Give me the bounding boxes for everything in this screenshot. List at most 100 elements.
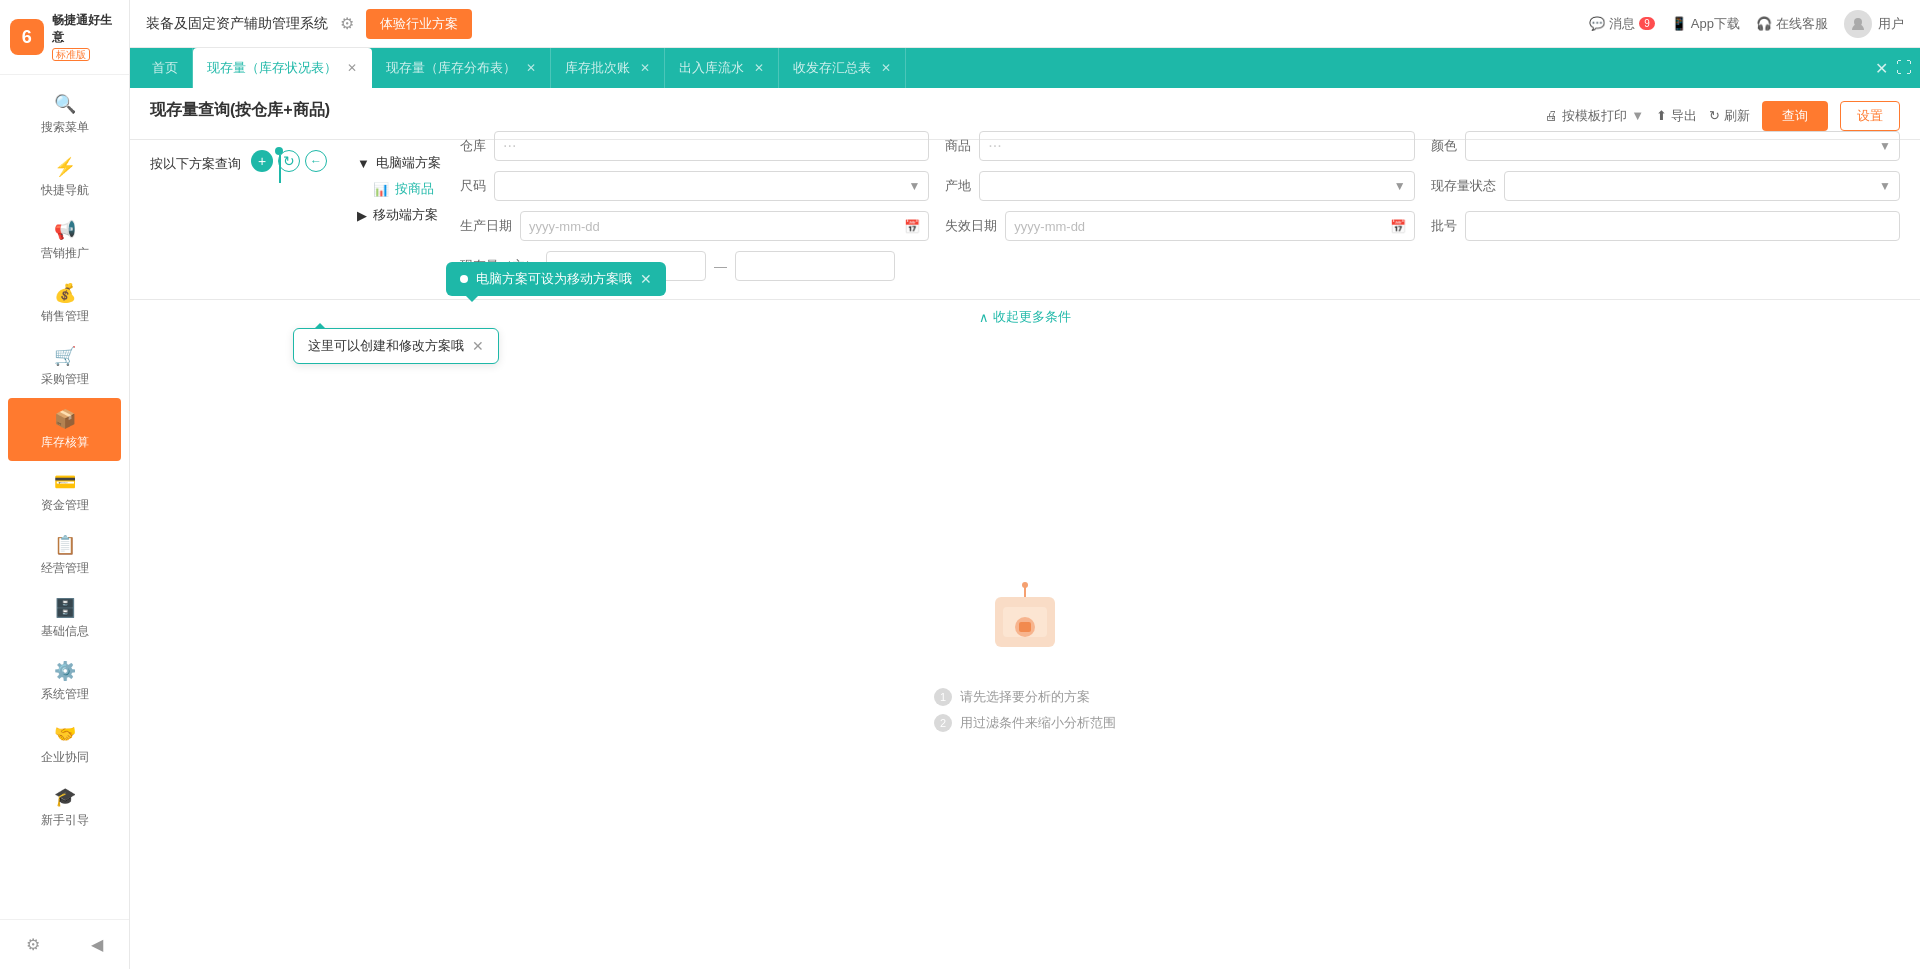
nav-label: 快捷导航 xyxy=(41,182,89,199)
sidebar-item-marketing[interactable]: 📢 营销推广 xyxy=(0,209,129,272)
header-settings-icon[interactable]: ⚙ xyxy=(340,14,354,33)
warehouse-select[interactable]: ··· xyxy=(494,131,929,161)
set-button[interactable]: 设置 xyxy=(1840,101,1900,131)
back-scheme-btn[interactable]: ← xyxy=(305,150,327,172)
tab-collect[interactable]: 收发存汇总表 ✕ xyxy=(779,48,906,88)
tab-close-btn[interactable]: ✕ xyxy=(347,61,357,75)
inventory-max-input[interactable] xyxy=(735,251,895,281)
nav-label: 搜索菜单 xyxy=(41,119,89,136)
desktop-scheme[interactable]: ▼ 电脑端方案 xyxy=(357,150,441,176)
goods-select[interactable]: ··· xyxy=(979,131,1414,161)
sidebar-item-search[interactable]: 🔍 搜索菜单 xyxy=(0,83,129,146)
dropdown-arrow: ▼ xyxy=(1879,179,1891,193)
tab-home[interactable]: 首页 xyxy=(138,48,193,88)
tab-close-btn[interactable]: ✕ xyxy=(754,61,764,75)
experience-btn[interactable]: 体验行业方案 xyxy=(366,9,472,39)
sales-icon: 💰 xyxy=(54,282,76,304)
mobile-scheme[interactable]: ▶ 移动端方案 xyxy=(357,202,441,228)
header-left: 装备及固定资产辅助管理系统 ⚙ 体验行业方案 xyxy=(146,9,472,39)
popover-text: 电脑方案可设为移动方案哦 xyxy=(476,270,632,288)
size-label: 尺码 xyxy=(460,177,486,195)
logo-icon: 6 xyxy=(10,19,44,55)
filter-section: 按以下方案查询 + ↻ ← ▼ 电脑端方案 xyxy=(130,140,1920,300)
add-scheme-btn[interactable]: + xyxy=(251,150,273,172)
tab-batch[interactable]: 库存批次账 ✕ xyxy=(551,48,665,88)
desktop-scheme-label: 电脑端方案 xyxy=(376,154,441,172)
operation-icon: 📋 xyxy=(54,534,76,556)
nav-label: 营销推广 xyxy=(41,245,89,262)
product-date-field: 生产日期 yyyy-mm-dd 📅 xyxy=(460,211,929,241)
warehouse-field: 仓库 ··· xyxy=(460,131,929,161)
tab-close-btn[interactable]: ✕ xyxy=(526,61,536,75)
color-select[interactable]: ▼ xyxy=(1465,131,1900,161)
tab-inout[interactable]: 出入库流水 ✕ xyxy=(665,48,779,88)
sidebar-item-purchase[interactable]: 🛒 采购管理 xyxy=(0,335,129,398)
tab-close-btn[interactable]: ✕ xyxy=(640,61,650,75)
app-download-btn[interactable]: 📱 App下载 xyxy=(1671,15,1740,33)
guide-icon: 🎓 xyxy=(54,786,76,808)
tab-inventory-dist[interactable]: 现存量（库存分布表） ✕ xyxy=(372,48,551,88)
quick-icon: ⚡ xyxy=(54,156,76,178)
svg-rect-4 xyxy=(1019,622,1031,632)
expire-date-input[interactable]: yyyy-mm-dd 📅 xyxy=(1005,211,1414,241)
content-area: 现存量查询(按仓库+商品) 🖨 按模板打印 ▼ ⬆ 导出 ↻ 刷新 查询 设置 xyxy=(130,88,1920,969)
sidebar-item-system[interactable]: ⚙️ 系统管理 xyxy=(0,650,129,713)
filter-row-2: 尺码 ▼ 产地 ▼ 现存量状态 xyxy=(460,171,1900,201)
settings-bottom-btn[interactable]: ⚙ xyxy=(21,930,45,959)
sidebar-item-basic[interactable]: 🗄️ 基础信息 xyxy=(0,587,129,650)
dropdown-arrow: ▼ xyxy=(908,179,920,193)
popover-desktop-scheme: 电脑方案可设为移动方案哦 ✕ xyxy=(446,262,666,296)
sidebar-item-inventory[interactable]: 📦 库存核算 xyxy=(8,398,121,461)
inventory-status-select[interactable]: ▼ xyxy=(1504,171,1900,201)
batch-no-input[interactable] xyxy=(1465,211,1900,241)
range-separator: — xyxy=(714,259,727,274)
sidebar-bottom: ⚙ ◀ xyxy=(0,919,129,969)
export-btn[interactable]: ⬆ 导出 xyxy=(1656,107,1697,125)
refresh-btn[interactable]: ↻ 刷新 xyxy=(1709,107,1750,125)
mobile-scheme-label: 移动端方案 xyxy=(373,206,438,224)
collapse-sidebar-btn[interactable]: ◀ xyxy=(86,930,108,959)
tooltip-text: 这里可以创建和修改方案哦 xyxy=(308,337,464,355)
calendar-icon: 📅 xyxy=(904,219,920,234)
nav-label: 新手引导 xyxy=(41,812,89,829)
user-info[interactable]: 用户 xyxy=(1844,10,1904,38)
enterprise-icon: 🤝 xyxy=(54,723,76,745)
system-name: 装备及固定资产辅助管理系统 xyxy=(146,15,328,33)
nav-label: 系统管理 xyxy=(41,686,89,703)
popover-create-scheme: 这里可以创建和修改方案哦 ✕ xyxy=(293,328,499,364)
sidebar-item-quick[interactable]: ⚡ 快捷导航 xyxy=(0,146,129,209)
tab-close-btn[interactable]: ✕ xyxy=(881,61,891,75)
online-service-btn[interactable]: 🎧 在线客服 xyxy=(1756,15,1828,33)
mobile-scheme-arrow: ▶ xyxy=(357,208,367,223)
tab-label: 库存批次账 xyxy=(565,59,630,77)
tab-fullscreen-btn[interactable]: ⛶ xyxy=(1896,59,1912,78)
system-icon: ⚙️ xyxy=(54,660,76,682)
origin-field: 产地 ▼ xyxy=(945,171,1414,201)
tab-inventory-status[interactable]: 现存量（库存状况表） ✕ xyxy=(193,48,372,88)
sidebar-item-sales[interactable]: 💰 销售管理 xyxy=(0,272,129,335)
origin-select[interactable]: ▼ xyxy=(979,171,1414,201)
popover-close-btn[interactable]: ✕ xyxy=(640,271,652,287)
nav-label: 经营管理 xyxy=(41,560,89,577)
print-btn[interactable]: 🖨 按模板打印 ▼ xyxy=(1545,107,1644,125)
sidebar-item-operation[interactable]: 📋 经营管理 xyxy=(0,524,129,587)
product-date-input[interactable]: yyyy-mm-dd 📅 xyxy=(520,211,929,241)
top-header: 装备及固定资产辅助管理系统 ⚙ 体验行业方案 💬 消息 9 📱 App下载 🎧 … xyxy=(130,0,1920,48)
message-btn[interactable]: 💬 消息 9 xyxy=(1589,15,1655,33)
export-label: 导出 xyxy=(1671,107,1697,125)
tab-close-all-btn[interactable]: ✕ xyxy=(1875,59,1888,78)
logo-name: 畅捷通好生意 xyxy=(52,12,119,46)
app-icon: 📱 xyxy=(1671,16,1687,31)
refresh-icon: ↻ xyxy=(1709,108,1720,123)
sidebar-item-finance[interactable]: 💳 资金管理 xyxy=(0,461,129,524)
tab-label: 出入库流水 xyxy=(679,59,744,77)
desktop-scheme-items: 📊 按商品 xyxy=(373,176,441,202)
tooltip-close-btn[interactable]: ✕ xyxy=(472,338,484,354)
query-button[interactable]: 查询 xyxy=(1762,101,1828,131)
sidebar-logo: 6 畅捷通好生意 标准版 xyxy=(0,0,129,75)
sidebar-item-guide[interactable]: 🎓 新手引导 xyxy=(0,776,129,839)
purchase-icon: 🛒 xyxy=(54,345,76,367)
size-select[interactable]: ▼ xyxy=(494,171,929,201)
scheme-item-goods[interactable]: 📊 按商品 xyxy=(373,176,441,202)
sidebar-item-enterprise[interactable]: 🤝 企业协同 xyxy=(0,713,129,776)
